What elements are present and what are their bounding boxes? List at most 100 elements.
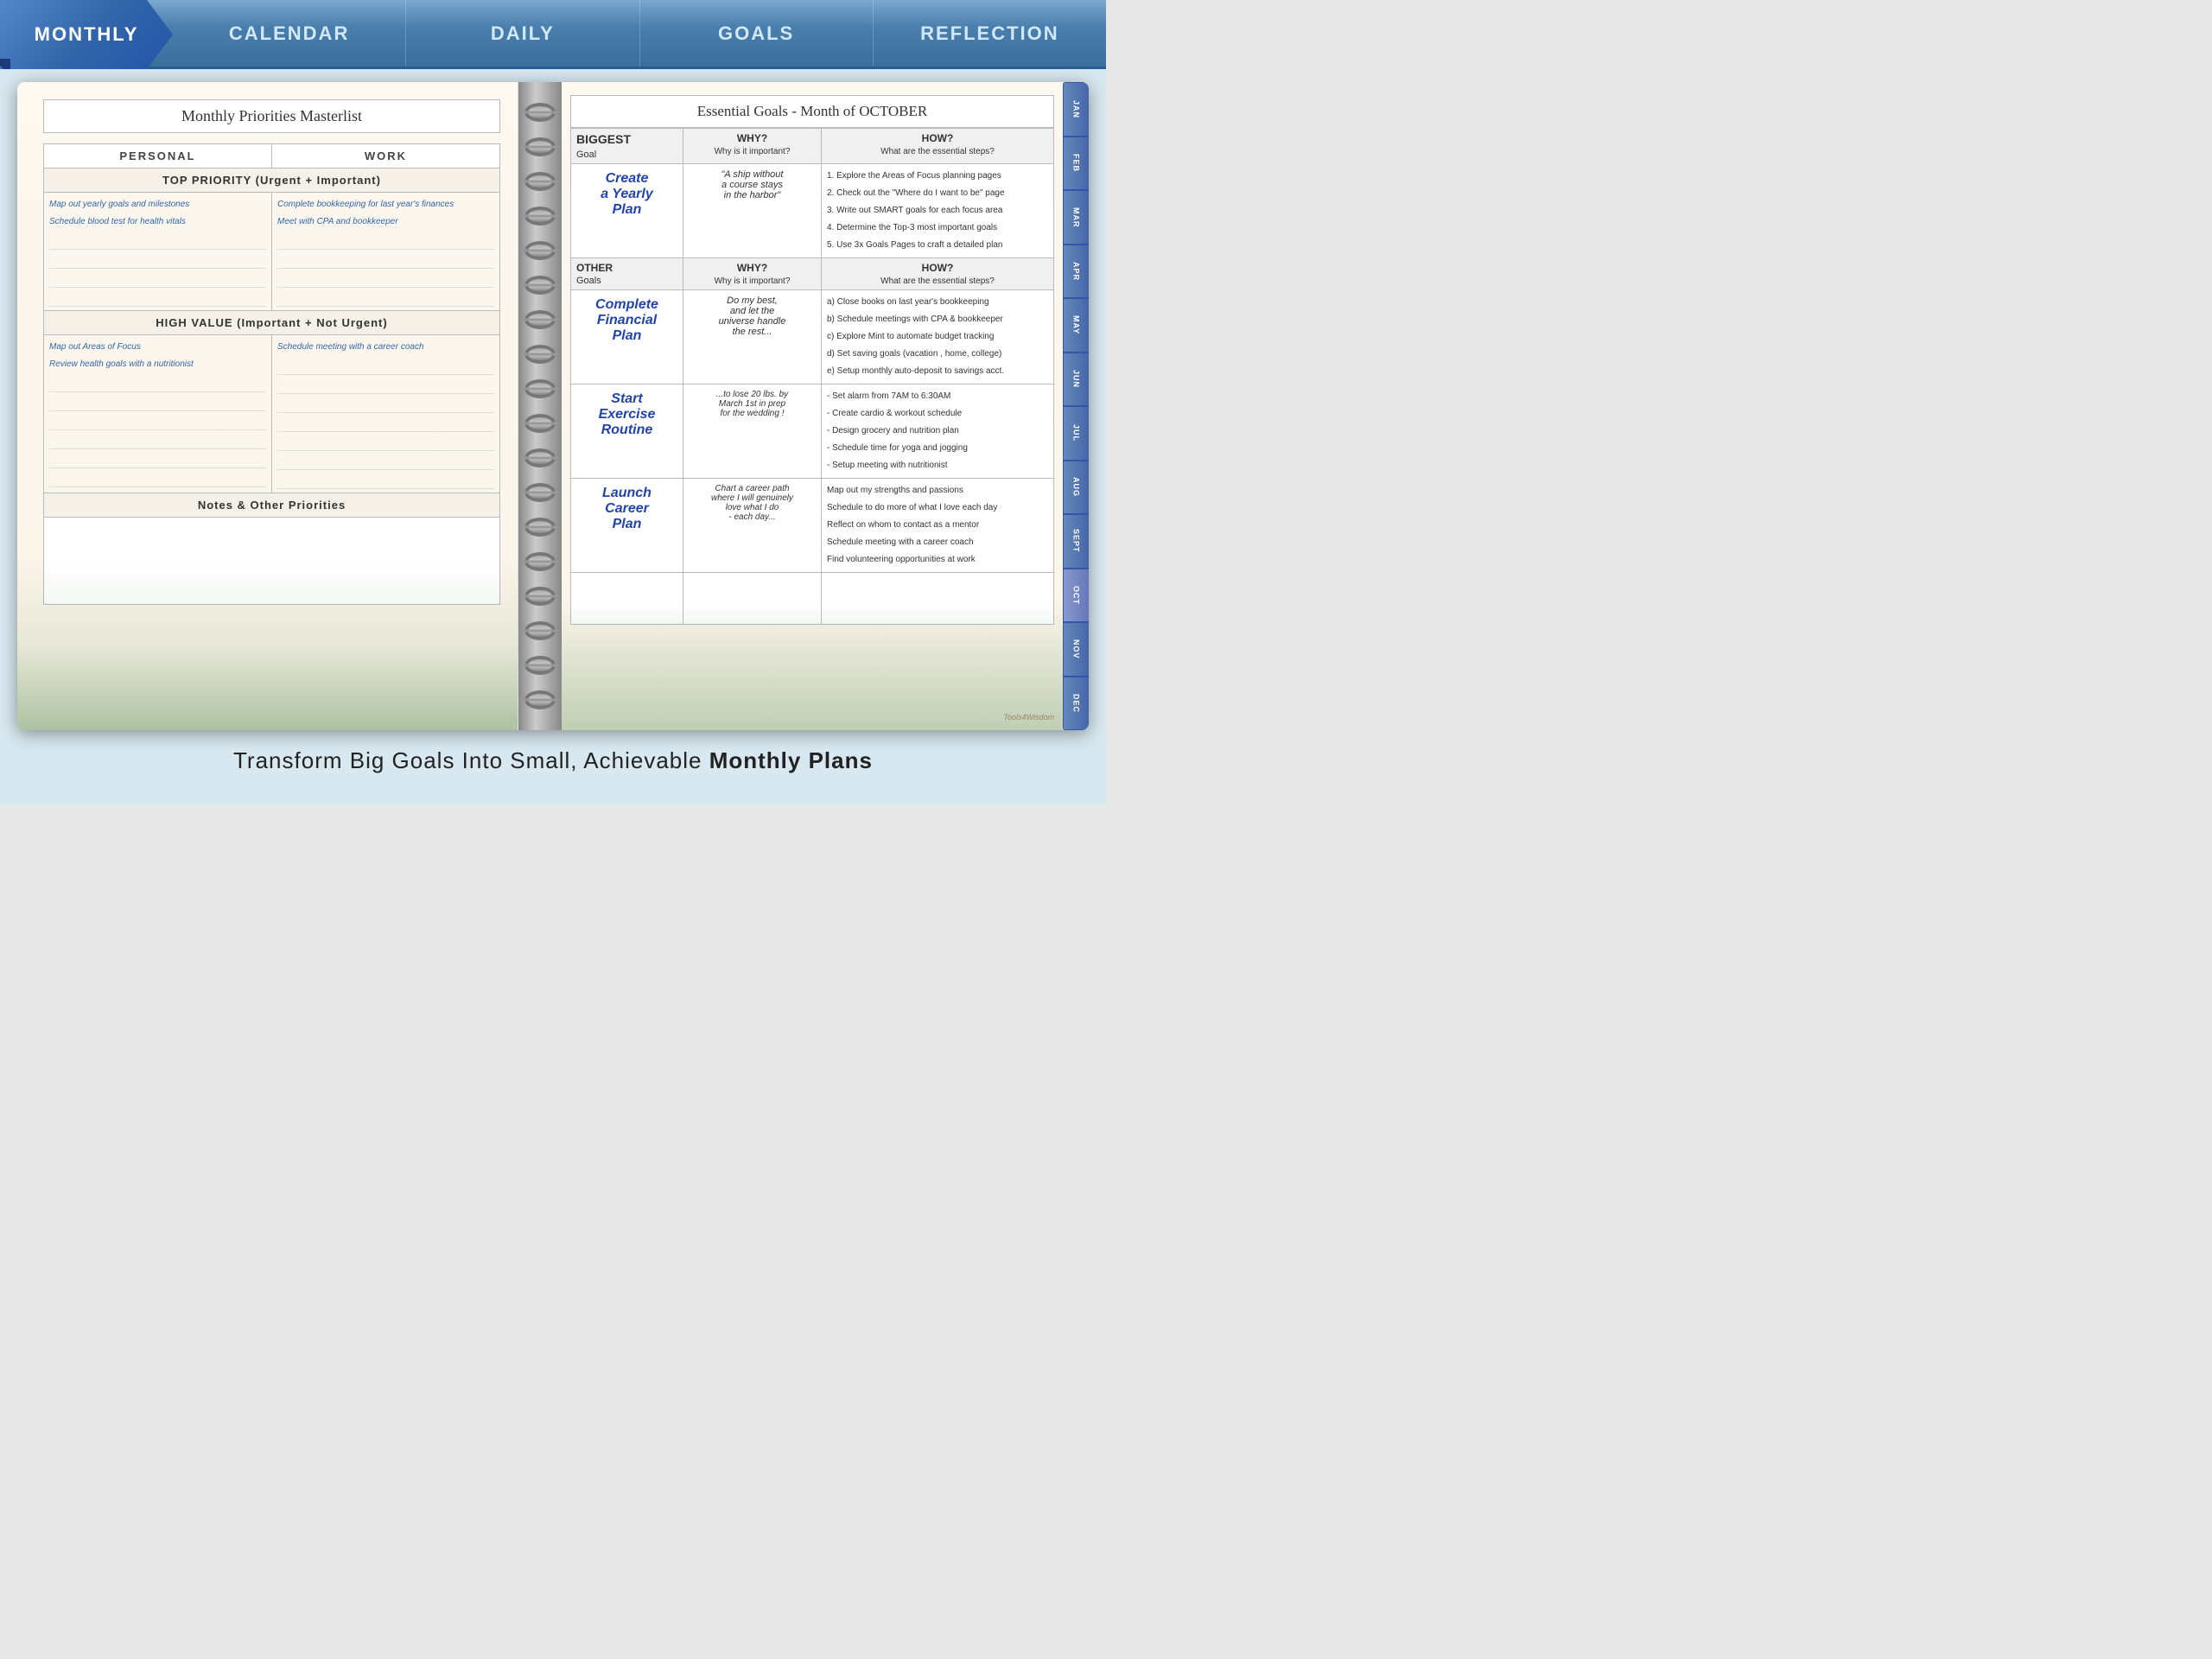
other-goal-row-3: Launch Career Plan Chart a career path w… [571, 479, 1054, 573]
hv-personal-2: Review health goals with a nutritionist [49, 356, 266, 373]
empty-row [277, 269, 494, 288]
other-goal-1-how: a) Close books on last year's bookkeepin… [822, 290, 1054, 385]
top-priority-personal: Map out yearly goals and milestones Sche… [44, 193, 272, 310]
other-goal-row-4 [571, 573, 1054, 625]
tab-daily[interactable]: DAILY [406, 0, 639, 67]
empty-row [277, 356, 494, 375]
spiral-ring [524, 621, 556, 640]
tab-calendar[interactable]: CALENDAR [173, 0, 406, 67]
main-content: Monthly Priorities Masterlist PERSONAL W… [0, 69, 1106, 804]
spiral-ring [524, 207, 556, 226]
empty-row [49, 392, 266, 411]
bottom-tagline: Transform Big Goals Into Small, Achievab… [17, 730, 1089, 791]
high-value-rows: Map out Areas of Focus Review health goa… [43, 335, 500, 493]
empty-row [49, 250, 266, 269]
other-goal-3-name: Launch Career Plan [571, 479, 683, 573]
spiral-ring [524, 137, 556, 156]
high-value-personal: Map out Areas of Focus Review health goa… [44, 335, 272, 493]
month-tab-jul[interactable]: JUL [1063, 406, 1089, 461]
spiral-ring [524, 276, 556, 295]
month-tab-nov[interactable]: NOV [1063, 622, 1089, 677]
other-goal-3-why: Chart a career path where I will genuine… [683, 479, 822, 573]
column-headers: PERSONAL WORK [43, 143, 500, 168]
biggest-why-header: WHY? Why is it important? [683, 129, 822, 164]
spiral-ring [524, 414, 556, 433]
top-priority-title: TOP PRIORITY (Urgent + Important) [43, 168, 500, 193]
high-value-title: HIGH VALUE (Important + Not Urgent) [43, 311, 500, 335]
biggest-goal-why: "A ship without a course stays in the ha… [683, 164, 822, 258]
biggest-goal-how: 1. Explore the Areas of Focus planning p… [822, 164, 1054, 258]
hv-personal-1: Map out Areas of Focus [49, 339, 266, 356]
other-goal-2-name: Start Exercise Routine [571, 385, 683, 479]
spiral-ring [524, 241, 556, 260]
empty-row [49, 373, 266, 392]
other-why-header: WHY? Why is it important? [683, 258, 822, 290]
spiral-ring [524, 656, 556, 675]
left-page-title: Monthly Priorities Masterlist [43, 99, 500, 133]
month-tab-apr[interactable]: APR [1063, 245, 1089, 299]
month-tab-aug[interactable]: AUG [1063, 461, 1089, 515]
empty-row [277, 470, 494, 489]
right-page: Essential Goals - Month of OCTOBER BIGGE… [562, 82, 1089, 730]
other-goal-3-how: Map out my strengths and passions Schedu… [822, 479, 1054, 573]
top-priority-work: Complete bookkeeping for last year's fin… [272, 193, 499, 310]
other-goal-2-why: ...to lose 20 lbs. by March 1st in prep … [683, 385, 822, 479]
spiral-binding [518, 82, 562, 730]
tab-reflection[interactable]: REFLECTION [874, 0, 1106, 67]
personal-header: PERSONAL [44, 144, 272, 168]
month-tab-mar[interactable]: MAR [1063, 190, 1089, 245]
spiral-ring [524, 552, 556, 571]
other-goal-1-why: Do my best, and let the universe handle … [683, 290, 822, 385]
spiral-ring [524, 587, 556, 606]
spiral-ring [524, 448, 556, 467]
work-header: WORK [272, 144, 499, 168]
personal-item-1: Map out yearly goals and milestones [49, 196, 266, 213]
navigation-bar: MONTHLY CALENDAR DAILY GOALS REFLECTION [0, 0, 1106, 69]
notes-body[interactable] [44, 518, 499, 604]
empty-row [277, 231, 494, 250]
high-value-work: Schedule meeting with a career coach [272, 335, 499, 493]
empty-row [49, 269, 266, 288]
other-goal-2-how: - Set alarm from 7AM to 6:30AM - Create … [822, 385, 1054, 479]
spiral-ring [524, 483, 556, 502]
work-item-1: Complete bookkeeping for last year's fin… [277, 196, 494, 213]
spiral-ring [524, 379, 556, 398]
biggest-how-header: HOW? What are the essential steps? [822, 129, 1054, 164]
right-page-title: Essential Goals - Month of OCTOBER [570, 95, 1054, 128]
biggest-goal-name: Create a Yearly Plan [571, 164, 683, 258]
month-tab-oct[interactable]: OCT [1063, 569, 1089, 623]
biggest-goal-header: BIGGEST Goal [571, 129, 683, 164]
empty-row [277, 432, 494, 451]
work-item-2: Meet with CPA and bookkeeper [277, 213, 494, 231]
how-steps-biggest: 1. Explore the Areas of Focus planning p… [827, 168, 1048, 254]
top-priority-rows: Map out yearly goals and milestones Sche… [43, 193, 500, 311]
empty-row [277, 375, 494, 394]
tab-goals[interactable]: GOALS [640, 0, 874, 67]
empty-row [277, 413, 494, 432]
empty-row [49, 430, 266, 449]
month-tabs: JAN FEB MAR APR MAY JUN JUL AUG SEPT OCT… [1063, 82, 1089, 730]
left-page: Monthly Priorities Masterlist PERSONAL W… [17, 82, 518, 730]
empty-row [49, 468, 266, 487]
spiral-ring [524, 345, 556, 364]
other-goal-1-name: Complete Financial Plan [571, 290, 683, 385]
biggest-goal-row: Create a Yearly Plan "A ship without a c… [571, 164, 1054, 258]
other-goal-row-1: Complete Financial Plan Do my best, and … [571, 290, 1054, 385]
monthly-ribbon[interactable]: MONTHLY [0, 0, 173, 69]
empty-row [277, 451, 494, 470]
spiral-ring [524, 518, 556, 537]
month-tab-sept[interactable]: SEPT [1063, 514, 1089, 569]
month-tab-jun[interactable]: JUN [1063, 353, 1089, 407]
other-how-header: HOW? What are the essential steps? [822, 258, 1054, 290]
hv-work-1: Schedule meeting with a career coach [277, 339, 494, 356]
other-goal-row-2: Start Exercise Routine ...to lose 20 lbs… [571, 385, 1054, 479]
month-tab-jan[interactable]: JAN [1063, 82, 1089, 137]
month-tab-feb[interactable]: FEB [1063, 137, 1089, 191]
month-tab-dec[interactable]: DEC [1063, 677, 1089, 731]
empty-row [49, 449, 266, 468]
spiral-ring [524, 690, 556, 709]
notes-title: Notes & Other Priorities [44, 493, 499, 518]
spiral-ring [524, 310, 556, 329]
monthly-tab-label: MONTHLY [35, 23, 139, 46]
month-tab-may[interactable]: MAY [1063, 298, 1089, 353]
